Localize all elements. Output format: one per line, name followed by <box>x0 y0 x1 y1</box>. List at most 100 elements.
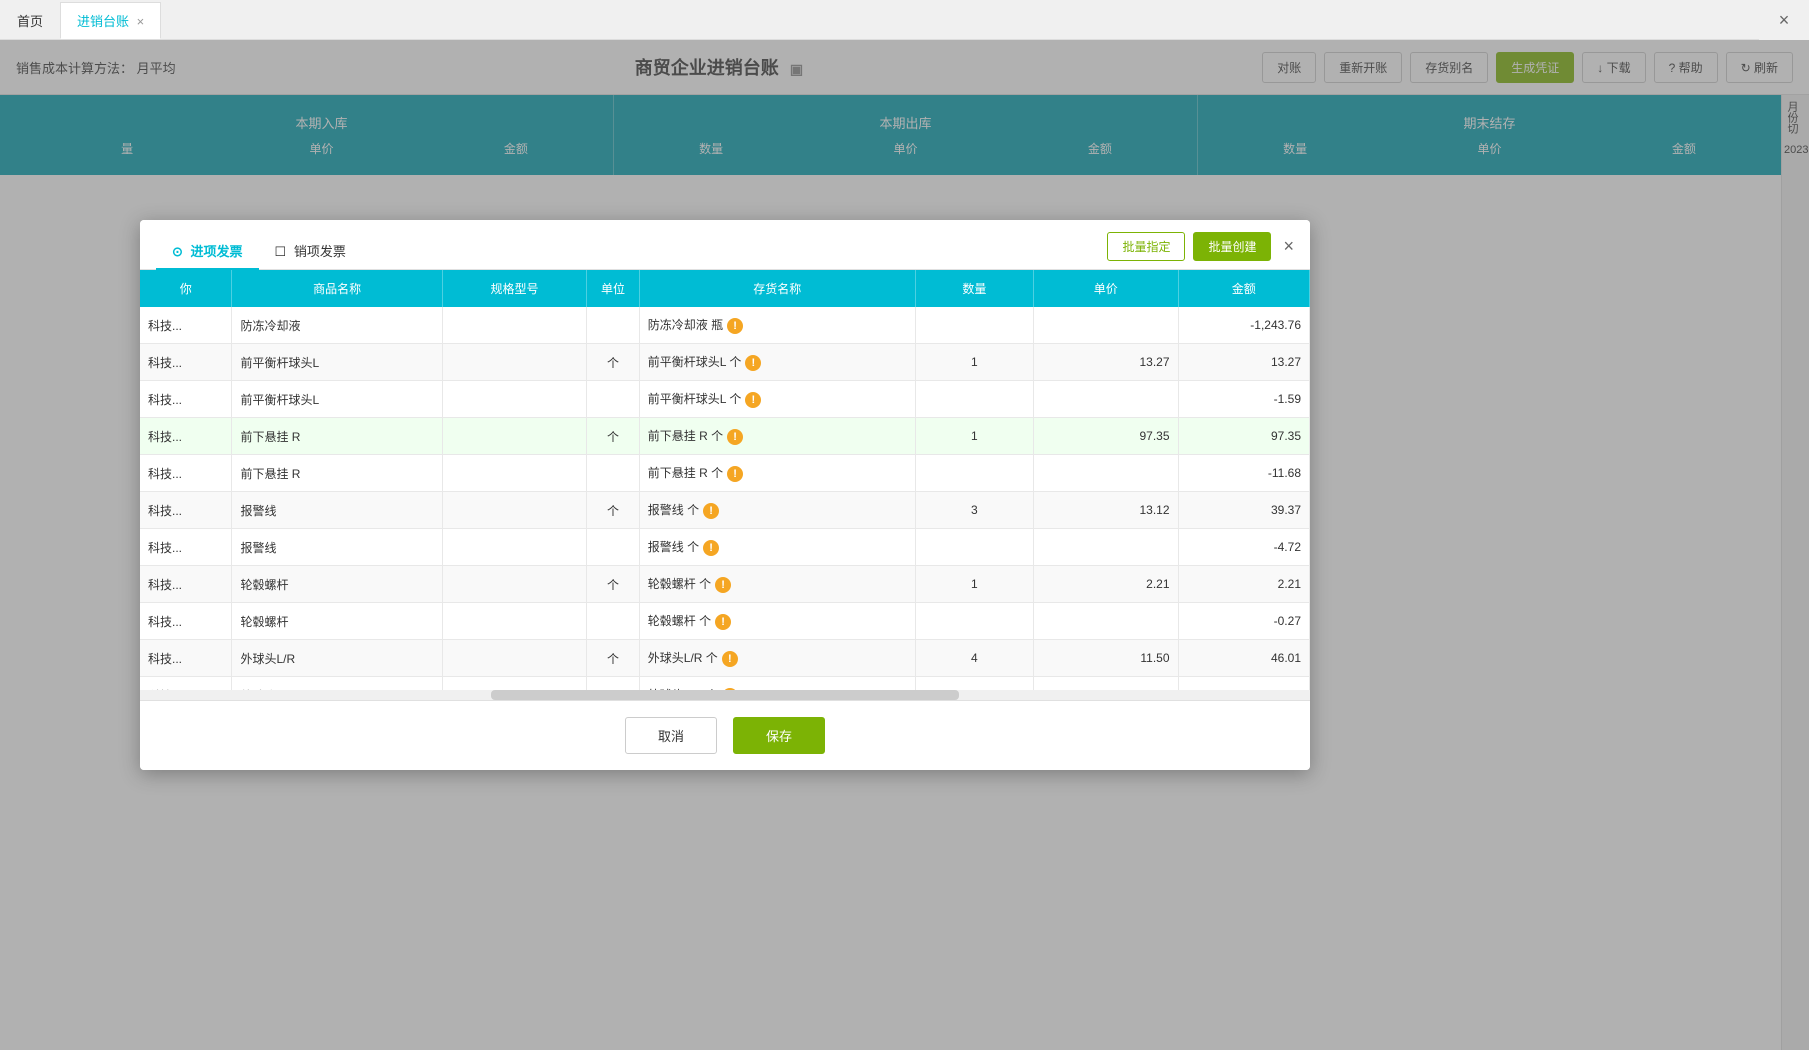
cell-id: 科技... <box>140 677 232 691</box>
cell-amount: 46.01 <box>1178 640 1310 677</box>
cell-unit: 个 <box>587 566 640 603</box>
col-header-unit: 单位 <box>587 270 640 307</box>
cell-spec <box>442 381 587 418</box>
tab-bar: 首页 进销台账 × × <box>0 0 1809 40</box>
cell-inventory: 报警线 个! <box>639 529 915 566</box>
modal-footer: 取消 保存 <box>140 700 1310 770</box>
col-header-amount: 金额 <box>1178 270 1310 307</box>
table-row[interactable]: 科技... 防冻冷却液 防冻冷却液 瓶! -1,243.76 <box>140 307 1310 344</box>
inbound-tab-label: 进项发票 <box>191 244 243 259</box>
cell-name: 报警线 <box>232 529 442 566</box>
cell-spec <box>442 640 587 677</box>
cell-amount: 13.27 <box>1178 344 1310 381</box>
table-row[interactable]: 科技... 报警线 个 报警线 个! 3 13.12 39.37 <box>140 492 1310 529</box>
cell-amount: 97.35 <box>1178 418 1310 455</box>
table-row[interactable]: 科技... 外球头L/R 个 外球头L/R 个! 4 11.50 46.01 <box>140 640 1310 677</box>
tab-close-icon[interactable]: × <box>137 14 145 29</box>
cell-inventory: 报警线 个! <box>639 492 915 529</box>
cancel-button[interactable]: 取消 <box>625 717 717 754</box>
cell-unit: 个 <box>587 492 640 529</box>
warning-icon: ! <box>745 355 761 371</box>
warning-icon: ! <box>745 392 761 408</box>
modal-table-wrapper[interactable]: 你 商品名称 规格型号 单位 存货名称 数量 单价 金额 科技... 防冻冷却液… <box>140 270 1310 690</box>
warning-icon: ! <box>727 466 743 482</box>
cell-inventory: 前平衡杆球头L 个! <box>639 381 915 418</box>
col-header-id: 你 <box>140 270 232 307</box>
batch-create-button[interactable]: 批量创建 <box>1193 232 1271 261</box>
table-row[interactable]: 科技... 前下悬挂 R 个 前下悬挂 R 个! 1 97.35 97.35 <box>140 418 1310 455</box>
save-button[interactable]: 保存 <box>733 717 825 754</box>
cell-name: 前下悬挂 R <box>232 418 442 455</box>
modal-actions: 批量指定 批量创建 <box>1107 232 1271 269</box>
cell-spec <box>442 677 587 691</box>
warning-icon: ! <box>715 614 731 630</box>
tab-inbound-invoice[interactable]: ⊙ 进项发票 <box>156 233 259 270</box>
cell-unit: 个 <box>587 344 640 381</box>
cell-id: 科技... <box>140 492 232 529</box>
table-row[interactable]: 科技... 前下悬挂 R 前下悬挂 R 个! -11.68 <box>140 455 1310 492</box>
cell-inventory: 前下悬挂 R 个! <box>639 418 915 455</box>
cell-name: 轮毂螺杆 <box>232 566 442 603</box>
cell-id: 科技... <box>140 418 232 455</box>
cell-qty: 4 <box>915 640 1033 677</box>
col-header-price: 单价 <box>1033 270 1178 307</box>
cell-spec <box>442 529 587 566</box>
inbound-tab-icon: ⊙ <box>172 244 183 259</box>
cell-amount: -4.72 <box>1178 529 1310 566</box>
table-row[interactable]: 科技... 轮毂螺杆 个 轮毂螺杆 个! 1 2.21 2.21 <box>140 566 1310 603</box>
cell-unit <box>587 307 640 344</box>
cell-qty: 1 <box>915 344 1033 381</box>
cell-spec <box>442 566 587 603</box>
tab-ledger[interactable]: 进销台账 × <box>60 2 161 39</box>
cell-inventory: 前平衡杆球头L 个! <box>639 344 915 381</box>
cell-price: 97.35 <box>1033 418 1178 455</box>
cell-name: 轮毂螺杆 <box>232 603 442 640</box>
modal-dialog: ⊙ 进项发票 ☐ 销项发票 批量指定 批量创建 × 你 商品名称 规格型号 <box>140 220 1310 770</box>
cell-qty <box>915 603 1033 640</box>
cell-qty <box>915 455 1033 492</box>
table-row[interactable]: 科技... 轮毂螺杆 轮毂螺杆 个! -0.27 <box>140 603 1310 640</box>
table-row[interactable]: 科技... 前平衡杆球头L 前平衡杆球头L 个! -1.59 <box>140 381 1310 418</box>
cell-qty: 1 <box>915 566 1033 603</box>
tab-outbound-invoice[interactable]: ☐ 销项发票 <box>259 233 362 270</box>
cell-unit <box>587 603 640 640</box>
window-close-button[interactable]: × <box>1759 0 1809 40</box>
cell-price <box>1033 677 1178 691</box>
col-header-spec: 规格型号 <box>442 270 587 307</box>
warning-icon: ! <box>727 318 743 334</box>
cell-inventory: 外球头L/R 个! <box>639 640 915 677</box>
cell-id: 科技... <box>140 455 232 492</box>
cell-price <box>1033 307 1178 344</box>
cell-price <box>1033 529 1178 566</box>
cell-name: 前平衡杆球头L <box>232 344 442 381</box>
cell-qty: 1 <box>915 418 1033 455</box>
table-row[interactable]: 科技... 前平衡杆球头L 个 前平衡杆球头L 个! 1 13.27 13.27 <box>140 344 1310 381</box>
batch-assign-button[interactable]: 批量指定 <box>1107 232 1185 261</box>
cell-spec <box>442 418 587 455</box>
cell-qty: 3 <box>915 492 1033 529</box>
window-close-icon: × <box>1779 10 1790 31</box>
horizontal-scrollbar[interactable] <box>140 690 1310 700</box>
cell-qty <box>915 381 1033 418</box>
cell-id: 科技... <box>140 381 232 418</box>
main-area: 销售成本计算方法： 月平均 商贸企业进销台账 ▣ 对账 重新开账 存货别名 生成… <box>0 40 1809 1050</box>
modal-close-button[interactable]: × <box>1283 236 1294 265</box>
cell-id: 科技... <box>140 640 232 677</box>
invoice-table: 你 商品名称 规格型号 单位 存货名称 数量 单价 金额 科技... 防冻冷却液… <box>140 270 1310 690</box>
cell-name: 防冻冷却液 <box>232 307 442 344</box>
cell-qty <box>915 677 1033 691</box>
cell-id: 科技... <box>140 344 232 381</box>
table-row[interactable]: 科技... 外球头L/R 外球头L/R 个! -5.52 <box>140 677 1310 691</box>
cell-amount: -1.59 <box>1178 381 1310 418</box>
cell-spec <box>442 492 587 529</box>
cell-unit <box>587 529 640 566</box>
col-header-inventory: 存货名称 <box>639 270 915 307</box>
cell-amount: -0.27 <box>1178 603 1310 640</box>
cell-spec <box>442 307 587 344</box>
table-row[interactable]: 科技... 报警线 报警线 个! -4.72 <box>140 529 1310 566</box>
cell-qty <box>915 307 1033 344</box>
tab-home[interactable]: 首页 <box>0 2 60 39</box>
modal-header: ⊙ 进项发票 ☐ 销项发票 批量指定 批量创建 × <box>140 220 1310 270</box>
cell-name: 外球头L/R <box>232 640 442 677</box>
col-header-qty: 数量 <box>915 270 1033 307</box>
